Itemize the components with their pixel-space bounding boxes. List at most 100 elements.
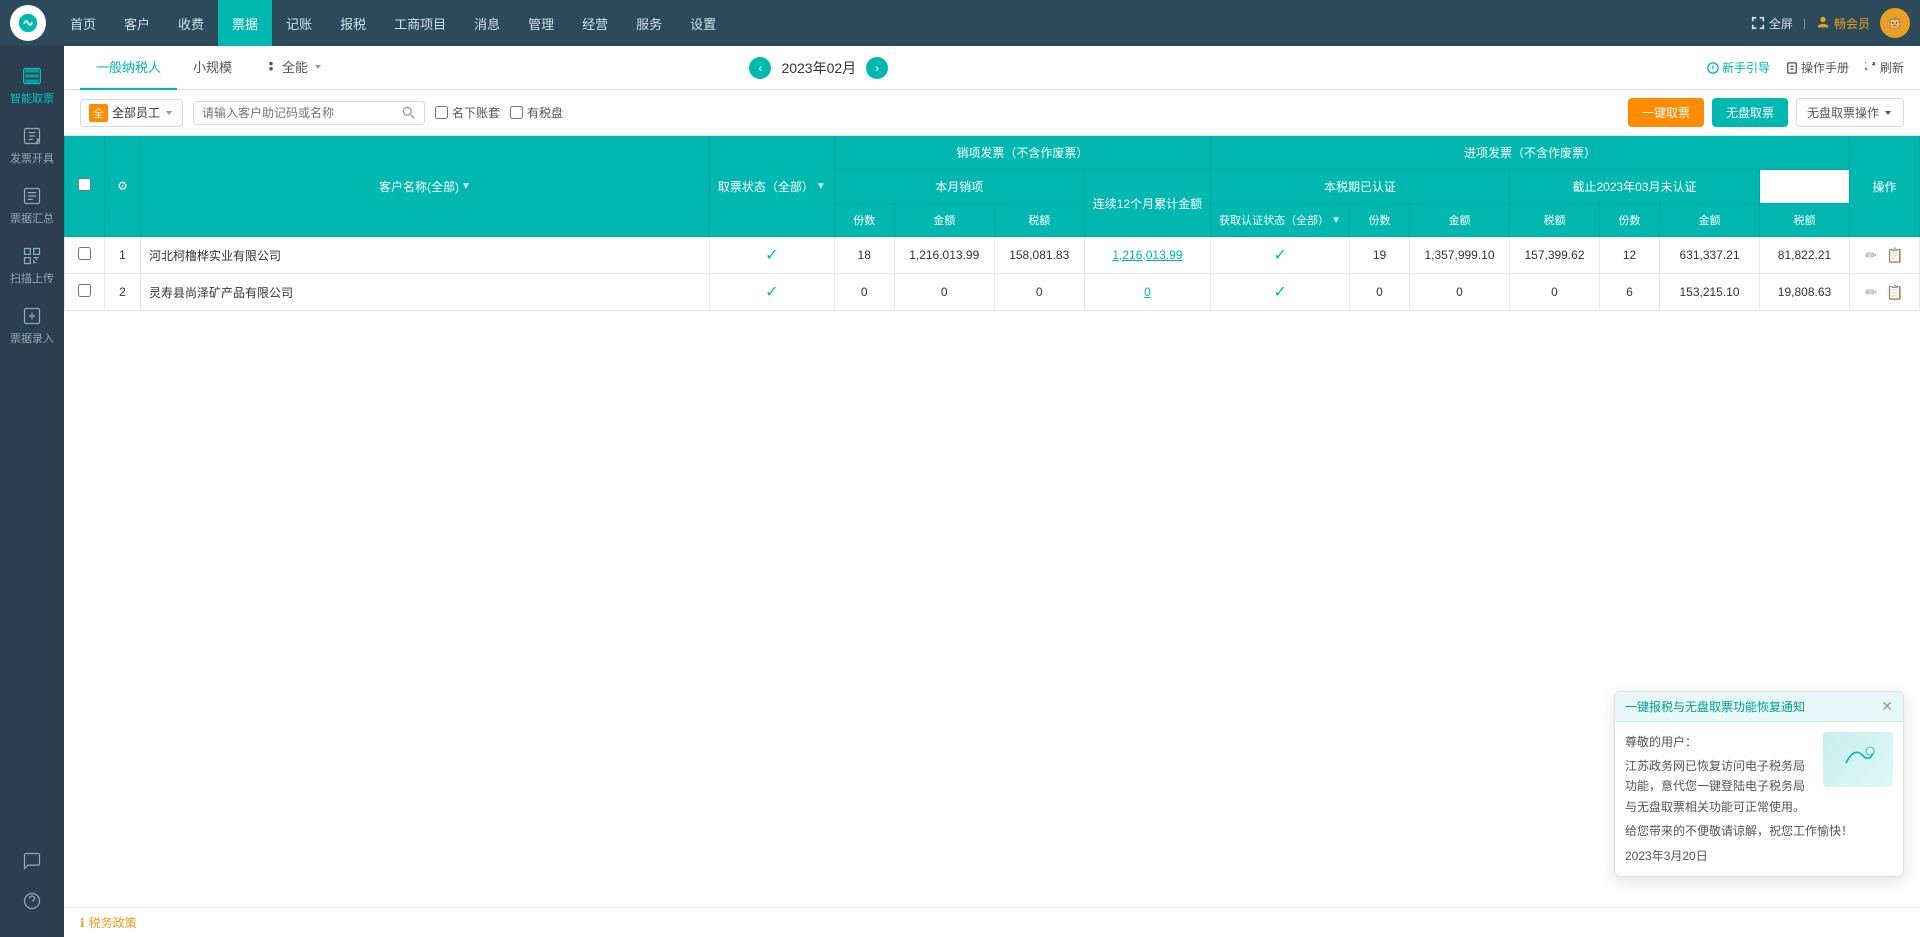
employee-filter-label: 全部员工 xyxy=(112,104,160,121)
customer-filter-icon[interactable]: ▼ xyxy=(461,181,471,192)
fullscreen-button[interactable]: 全屏 xyxy=(1751,15,1793,32)
th-uncert-tax: 税额 xyxy=(1760,204,1850,237)
sidebar-item-scan[interactable]: 扫描上传 xyxy=(0,236,64,296)
row1-uncert-count: 12 xyxy=(1600,237,1660,274)
tab-bar-right: 新手引导 操作手册 刷新 xyxy=(1707,59,1904,76)
sidebar-label-entry: 票据录入 xyxy=(10,330,54,346)
nav-bookkeeping[interactable]: 记账 xyxy=(272,0,326,46)
sidebar-bottom xyxy=(18,841,46,937)
tax-policy-link[interactable]: 税务政策 xyxy=(89,914,137,931)
tab-bar: 一般纳税人 小规模 全能 ‹ 2023年02月 › 新手引导 操作手册 xyxy=(64,46,1920,90)
date-nav: ‹ 2023年02月 › xyxy=(749,57,888,79)
th-cert-status: 获取认证状态（全部） ▼ xyxy=(1211,204,1350,237)
cert-check-icon-row1: ✓ xyxy=(1273,247,1286,264)
refresh-button[interactable]: 刷新 xyxy=(1865,59,1904,76)
notification-title: 一键报税与无盘取票功能恢复通知 xyxy=(1625,698,1805,715)
no-usb-ticket-button[interactable]: 无盘取票 xyxy=(1712,98,1788,127)
tax-disk-checkbox-input[interactable] xyxy=(510,106,523,119)
th-purchase-group: 进项发票（不含作废票） xyxy=(1211,136,1850,170)
guide-button[interactable]: 新手引导 xyxy=(1707,59,1770,76)
table-row: 1 河北柯橹桦实业有限公司 ✓ 18 1,216,013.99 158,081.… xyxy=(65,237,1920,274)
tax-disk-checkbox[interactable]: 有税盘 xyxy=(510,104,563,121)
search-input[interactable] xyxy=(194,102,394,124)
tab-all[interactable]: 全能 xyxy=(248,46,340,90)
th-uncert-amount: 金额 xyxy=(1660,204,1760,237)
row1-cert-amount: 1,357,999.10 xyxy=(1410,237,1510,274)
one-key-ticket-button[interactable]: 一键取票 xyxy=(1628,98,1704,127)
bottom-bar: ℹ 税务政策 xyxy=(64,907,1920,937)
row1-cert-tax: 157,399.62 xyxy=(1510,237,1600,274)
row1-checkbox[interactable] xyxy=(65,237,105,274)
row2-action: ✏ 📋 xyxy=(1850,274,1920,311)
row1-action: ✏ 📋 xyxy=(1850,237,1920,274)
select-all-checkbox[interactable] xyxy=(78,178,91,191)
nav-settings[interactable]: 设置 xyxy=(676,0,730,46)
sidebar-item-message-bottom[interactable] xyxy=(18,841,46,881)
accounts-checkbox-input[interactable] xyxy=(435,106,448,119)
sidebar-item-smart-ticket[interactable]: 智能取票 xyxy=(0,56,64,116)
row2-amount: 0 xyxy=(894,274,994,311)
search-button[interactable] xyxy=(394,102,424,124)
row2-uncert-amount: 153,215.10 xyxy=(1660,274,1760,311)
row2-tax: 0 xyxy=(994,274,1084,311)
info-icon: ℹ xyxy=(80,916,85,930)
notification-image xyxy=(1823,732,1893,787)
sidebar-label-scan: 扫描上传 xyxy=(10,270,54,286)
row2-cert-status: ✓ xyxy=(1211,274,1350,311)
tab-small-scale[interactable]: 小规模 xyxy=(177,46,248,90)
row1-tax: 158,081.83 xyxy=(994,237,1084,274)
row1-name[interactable]: 河北柯橹桦实业有限公司 xyxy=(141,237,710,274)
row2-name[interactable]: 灵寿县尚泽矿产品有限公司 xyxy=(141,274,710,311)
nav-tax[interactable]: 报税 xyxy=(326,0,380,46)
nav-manage[interactable]: 管理 xyxy=(514,0,568,46)
nav-operation[interactable]: 经营 xyxy=(568,0,622,46)
cancel-status-filter-icon[interactable]: ▼ xyxy=(816,181,826,192)
row1-cert-count: 19 xyxy=(1350,237,1410,274)
row1-no: 1 xyxy=(105,237,141,274)
row2-cumulative[interactable]: 0 xyxy=(1084,274,1210,311)
th-cert-amount: 金额 xyxy=(1410,204,1510,237)
nav-invoice[interactable]: 票据 xyxy=(218,0,272,46)
row2-uncert-count: 6 xyxy=(1600,274,1660,311)
row2-detail-button[interactable]: 📋 xyxy=(1886,284,1903,300)
row2-cancel-status: ✓ xyxy=(709,274,834,311)
row1-check[interactable] xyxy=(78,247,91,260)
search-wrap xyxy=(193,101,425,125)
row1-detail-button[interactable]: 📋 xyxy=(1886,247,1903,263)
th-certified: 本税期已认证 xyxy=(1211,170,1510,204)
row2-checkbox[interactable] xyxy=(65,274,105,311)
nav-fee[interactable]: 收费 xyxy=(164,0,218,46)
accounts-checkbox[interactable]: 名下账套 xyxy=(435,104,500,121)
row2-uncert-tax: 19,808.63 xyxy=(1760,274,1850,311)
th-tax1: 税额 xyxy=(994,204,1084,237)
next-month-button[interactable]: › xyxy=(866,57,888,79)
main-table: ⚙ 客户名称(全部) ▼ 取票状态（全部） ▼ xyxy=(64,136,1920,311)
nav-customer[interactable]: 客户 xyxy=(110,0,164,46)
row1-uncert-tax: 81,822.21 xyxy=(1760,237,1850,274)
sidebar-item-invoice-open[interactable]: 发票开具 xyxy=(0,116,64,176)
user-avatar[interactable]: 🐵 xyxy=(1880,8,1910,38)
nav-message[interactable]: 消息 xyxy=(460,0,514,46)
th-action: 操作 xyxy=(1850,136,1920,237)
nav-business[interactable]: 工商项目 xyxy=(380,0,460,46)
row1-edit-button[interactable]: ✏ xyxy=(1865,247,1877,263)
employee-filter[interactable]: 全 全部员工 xyxy=(80,99,183,127)
no-usb-ops-button[interactable]: 无盘取票操作 xyxy=(1796,98,1904,127)
th-customer-name: 客户名称(全部) ▼ xyxy=(141,136,710,237)
row1-cumulative[interactable]: 1,216,013.99 xyxy=(1084,237,1210,274)
member-button[interactable]: 畅会员 xyxy=(1816,15,1870,32)
sidebar-label-invoice-open: 发票开具 xyxy=(10,150,54,166)
prev-month-button[interactable]: ‹ xyxy=(749,57,771,79)
sidebar-item-entry[interactable]: 票据录入 xyxy=(0,296,64,356)
sidebar-item-summary[interactable]: 票据汇总 xyxy=(0,176,64,236)
notification-close-button[interactable]: ✕ xyxy=(1881,698,1893,715)
tab-general-taxpayer[interactable]: 一般纳税人 xyxy=(80,46,177,90)
row2-check[interactable] xyxy=(78,284,91,297)
sidebar-item-help[interactable] xyxy=(18,881,46,921)
nav-service[interactable]: 服务 xyxy=(622,0,676,46)
manual-button[interactable]: 操作手册 xyxy=(1786,59,1849,76)
cert-status-filter-icon[interactable]: ▼ xyxy=(1331,215,1341,226)
row2-edit-button[interactable]: ✏ xyxy=(1865,284,1877,300)
nav-home[interactable]: 首页 xyxy=(56,0,110,46)
notification-body: 尊敬的用户： 江苏政务网已恢复访问电子税务局功能，意代您一键登陆电子税务局与无盘… xyxy=(1615,722,1903,876)
